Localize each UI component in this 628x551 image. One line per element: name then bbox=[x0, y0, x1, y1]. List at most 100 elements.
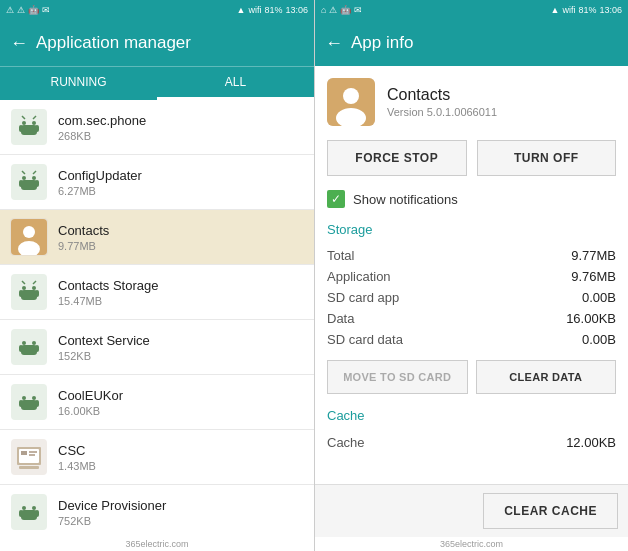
svg-rect-42 bbox=[21, 451, 27, 455]
app-detail-text: Contacts Version 5.0.1.0066011 bbox=[387, 86, 497, 118]
svg-rect-37 bbox=[19, 400, 23, 407]
wifi-icon: wifi bbox=[248, 5, 261, 15]
clear-data-button[interactable]: CLEAR DATA bbox=[476, 360, 617, 394]
back-button[interactable]: ← bbox=[10, 33, 28, 54]
signal-icon: ▲ bbox=[237, 5, 246, 15]
app-name: Contacts bbox=[58, 223, 304, 238]
storage-label: Total bbox=[327, 248, 354, 263]
svg-rect-36 bbox=[21, 400, 37, 410]
envelope-icon-r: ✉ bbox=[354, 5, 362, 15]
storage-value: 9.77MB bbox=[571, 248, 616, 263]
warn-icon-1: ⚠ bbox=[6, 5, 14, 15]
app-size: 9.77MB bbox=[58, 240, 304, 252]
svg-point-1 bbox=[22, 121, 26, 125]
storage-label: SD card data bbox=[327, 332, 403, 347]
storage-label: Application bbox=[327, 269, 391, 284]
storage-table: Total 9.77MB Application 9.76MB SD card … bbox=[327, 245, 616, 350]
app-detail-icon bbox=[327, 78, 375, 126]
svg-rect-5 bbox=[35, 125, 39, 132]
left-status-bar: ⚠ ⚠ 🤖 ✉ ▲ wifi 81% 13:06 bbox=[0, 0, 314, 20]
list-item-contacts[interactable]: Contacts 9.77MB bbox=[0, 210, 314, 265]
app-name: Context Service bbox=[58, 333, 304, 348]
back-button-right[interactable]: ← bbox=[325, 33, 343, 54]
svg-rect-44 bbox=[29, 454, 35, 456]
svg-rect-45 bbox=[19, 466, 39, 469]
app-size: 15.47MB bbox=[58, 295, 304, 307]
svg-rect-43 bbox=[29, 451, 37, 453]
notifications-label: Show notifications bbox=[353, 192, 458, 207]
storage-value: 16.00KB bbox=[566, 311, 616, 326]
svg-rect-31 bbox=[19, 345, 23, 352]
app-info-csc: CSC 1.43MB bbox=[58, 443, 304, 472]
cache-row: Cache 12.00KB bbox=[327, 431, 616, 454]
app-name: com.sec.phone bbox=[58, 113, 304, 128]
battery-pct: 81% bbox=[264, 5, 282, 15]
move-to-sd-button: MOVE TO SD CARD bbox=[327, 360, 468, 394]
android-icon-r: 🤖 bbox=[340, 5, 351, 15]
battery-pct-r: 81% bbox=[578, 5, 596, 15]
svg-rect-22 bbox=[21, 290, 37, 300]
svg-point-28 bbox=[22, 341, 26, 345]
svg-point-48 bbox=[32, 506, 36, 510]
storage-row-data: Data 16.00KB bbox=[327, 308, 616, 329]
left-top-bar: ← Application manager bbox=[0, 20, 314, 66]
tab-all[interactable]: ALL bbox=[157, 67, 314, 100]
watermark-left: 365electric.com bbox=[0, 537, 314, 551]
storage-value: 0.00B bbox=[582, 332, 616, 347]
notifications-checkbox[interactable] bbox=[327, 190, 345, 208]
app-name: Device Provisioner bbox=[58, 498, 304, 513]
show-notifications-row[interactable]: Show notifications bbox=[327, 190, 616, 208]
app-info-contacts: Contacts 9.77MB bbox=[58, 223, 304, 252]
list-item[interactable]: Context Service 152KB bbox=[0, 320, 314, 375]
envelope-icon: ✉ bbox=[42, 5, 50, 15]
left-title: Application manager bbox=[36, 33, 191, 53]
list-item[interactable]: ConfigUpdater 6.27MB bbox=[0, 155, 314, 210]
svg-rect-51 bbox=[35, 510, 39, 517]
action-buttons: FORCE STOP TURN OFF bbox=[327, 140, 616, 176]
cache-section-title: Cache bbox=[327, 408, 616, 423]
turn-off-button[interactable]: TURN OFF bbox=[477, 140, 617, 176]
time-display-r: 13:06 bbox=[599, 5, 622, 15]
force-stop-button[interactable]: FORCE STOP bbox=[327, 140, 467, 176]
svg-rect-13 bbox=[35, 180, 39, 187]
list-item[interactable]: CoolEUKor 16.00KB bbox=[0, 375, 314, 430]
svg-rect-50 bbox=[19, 510, 23, 517]
app-size: 16.00KB bbox=[58, 405, 304, 417]
svg-point-2 bbox=[32, 121, 36, 125]
svg-point-29 bbox=[32, 341, 36, 345]
app-size: 152KB bbox=[58, 350, 304, 362]
storage-label: SD card app bbox=[327, 290, 399, 305]
app-name: Contacts Storage bbox=[58, 278, 304, 293]
storage-row-sdapp: SD card app 0.00B bbox=[327, 287, 616, 308]
svg-point-9 bbox=[22, 176, 26, 180]
svg-point-34 bbox=[22, 396, 26, 400]
app-list: com.sec.phone 268KB bbox=[0, 100, 314, 537]
svg-point-47 bbox=[22, 506, 26, 510]
left-status-right: ▲ wifi 81% 13:06 bbox=[237, 5, 308, 15]
app-name: ConfigUpdater bbox=[58, 168, 304, 183]
storage-label: Data bbox=[327, 311, 354, 326]
tab-running[interactable]: RUNNING bbox=[0, 67, 157, 100]
warn-icon-2: ⚠ bbox=[17, 5, 25, 15]
svg-rect-3 bbox=[21, 125, 37, 135]
list-item[interactable]: com.sec.phone 268KB bbox=[0, 100, 314, 155]
app-info-config: ConfigUpdater 6.27MB bbox=[58, 168, 304, 197]
app-info-phone: com.sec.phone 268KB bbox=[58, 113, 304, 142]
app-info-cool: CoolEUKor 16.00KB bbox=[58, 388, 304, 417]
tabs-bar: RUNNING ALL bbox=[0, 66, 314, 100]
svg-point-10 bbox=[32, 176, 36, 180]
app-size: 1.43MB bbox=[58, 460, 304, 472]
clear-cache-button[interactable]: CLEAR CACHE bbox=[483, 493, 618, 529]
svg-rect-38 bbox=[35, 400, 39, 407]
storage-row-total: Total 9.77MB bbox=[327, 245, 616, 266]
list-item[interactable]: Device Provisioner 752KB bbox=[0, 485, 314, 537]
watermark-right: 365electric.com bbox=[315, 537, 628, 551]
svg-rect-11 bbox=[21, 180, 37, 190]
right-top-bar: ← App info bbox=[315, 20, 628, 66]
list-item[interactable]: Contacts Storage 15.47MB bbox=[0, 265, 314, 320]
app-info-header: Contacts Version 5.0.1.0066011 bbox=[327, 78, 616, 126]
app-detail-name: Contacts bbox=[387, 86, 497, 104]
app-info-device: Device Provisioner 752KB bbox=[58, 498, 304, 527]
svg-rect-4 bbox=[19, 125, 23, 132]
list-item[interactable]: CSC 1.43MB bbox=[0, 430, 314, 485]
